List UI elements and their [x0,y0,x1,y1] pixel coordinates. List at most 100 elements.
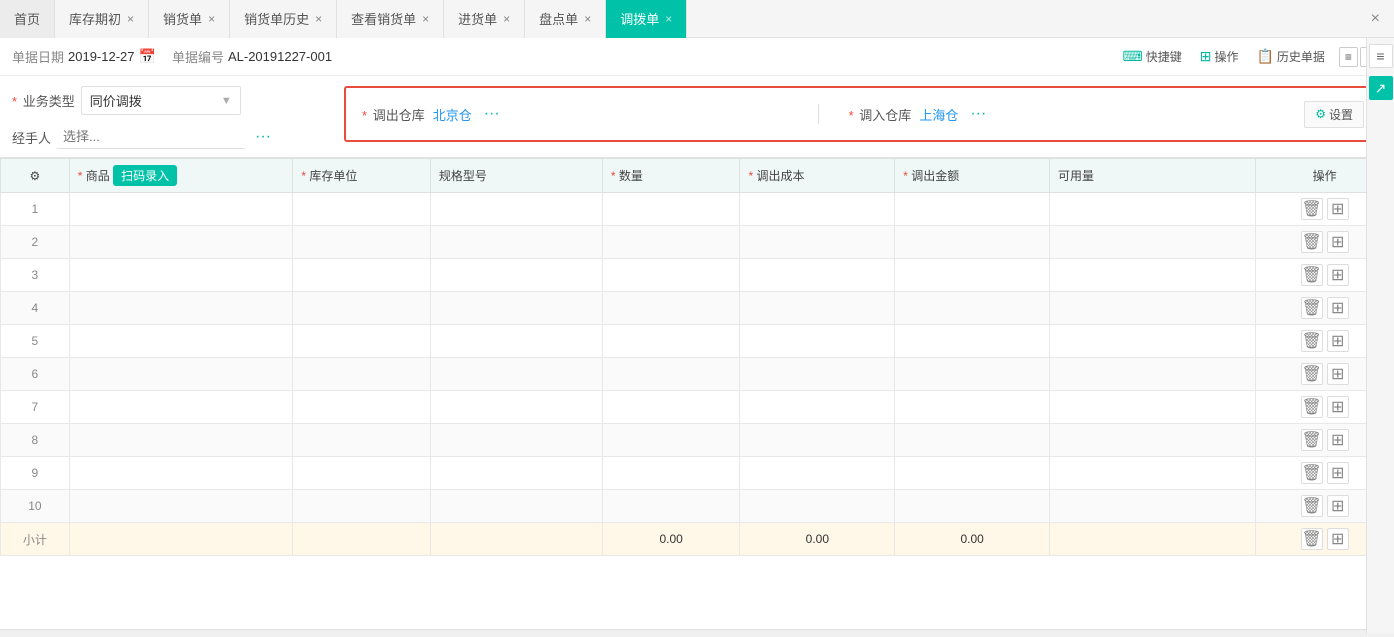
sidebar-notes-icon[interactable]: ≡ [1369,44,1393,68]
cell-avail[interactable] [1050,325,1256,358]
tab-close-3[interactable]: × [315,12,322,26]
cell-cost[interactable] [740,292,895,325]
cell-spec[interactable] [430,391,602,424]
cell-qty[interactable] [602,358,740,391]
operations-button[interactable]: ⊞ 操作 [1196,46,1243,67]
tab-purchase[interactable]: 进货单 × [444,0,525,38]
cell-amount[interactable] [895,391,1050,424]
business-type-select[interactable]: 同价调拨 ▼ [81,86,241,115]
warehouse-in-more[interactable]: ··· [966,105,990,123]
delete-row-button[interactable]: 🗑 [1301,495,1323,517]
history-button[interactable]: 📋 历史单据 [1252,46,1328,67]
cell-avail[interactable] [1050,424,1256,457]
tab-transfer[interactable]: 调拨单 × [606,0,687,38]
copy-row-button[interactable]: ⊞ [1327,396,1349,418]
copy-row-button[interactable]: ⊞ [1327,495,1349,517]
cell-amount[interactable] [895,325,1050,358]
cell-amount[interactable] [895,226,1050,259]
cell-qty[interactable] [602,259,740,292]
cell-spec[interactable] [430,358,602,391]
warehouse-out-value[interactable]: 北京仓 [433,105,472,124]
cell-product[interactable] [69,391,293,424]
tab-stocktake[interactable]: 盘点单 × [525,0,606,38]
cell-unit[interactable] [293,358,431,391]
cell-spec[interactable] [430,457,602,490]
delete-row-button[interactable]: 🗑 [1301,429,1323,451]
delete-row-button[interactable]: 🗑 [1301,198,1323,220]
tab-close-2[interactable]: × [208,12,215,26]
delete-row-button[interactable]: 🗑 [1301,330,1323,352]
cell-avail[interactable] [1050,457,1256,490]
cell-cost[interactable] [740,259,895,292]
cell-cost[interactable]: 0.00 [740,523,895,556]
delete-row-button[interactable]: 🗑 [1301,231,1323,253]
cell-qty[interactable] [602,292,740,325]
cell-unit[interactable] [293,391,431,424]
cell-spec[interactable] [430,424,602,457]
cell-product[interactable] [69,292,293,325]
cell-qty[interactable] [602,325,740,358]
tab-close-4[interactable]: × [422,12,429,26]
cell-avail[interactable] [1050,358,1256,391]
cell-spec[interactable] [430,259,602,292]
cell-qty[interactable]: 0.00 [602,523,740,556]
copy-row-button[interactable]: ⊞ [1327,231,1349,253]
cell-amount[interactable] [895,490,1050,523]
cell-product[interactable] [69,457,293,490]
cell-qty[interactable] [602,490,740,523]
warehouse-out-more[interactable]: ··· [480,105,504,123]
cell-unit[interactable] [293,193,431,226]
cell-product[interactable] [69,490,293,523]
cell-unit[interactable] [293,490,431,523]
calendar-icon[interactable]: 📅 [139,48,156,65]
copy-row-button[interactable]: ⊞ [1327,297,1349,319]
cell-cost[interactable] [740,358,895,391]
cell-qty[interactable] [602,391,740,424]
cell-amount[interactable] [895,358,1050,391]
cell-cost[interactable] [740,457,895,490]
cell-avail[interactable] [1050,292,1256,325]
cell-avail[interactable] [1050,391,1256,424]
cell-cost[interactable] [740,424,895,457]
cell-unit[interactable] [293,292,431,325]
window-close-button[interactable]: × [1357,10,1394,28]
cell-product[interactable] [69,193,293,226]
cell-unit[interactable] [293,457,431,490]
tab-close-6[interactable]: × [584,12,591,26]
cell-product[interactable] [69,523,293,556]
cell-spec[interactable] [430,523,602,556]
cell-avail[interactable] [1050,259,1256,292]
tab-close-5[interactable]: × [503,12,510,26]
copy-row-button[interactable]: ⊞ [1327,462,1349,484]
tab-sales-history[interactable]: 销货单历史 × [230,0,337,38]
cell-avail[interactable] [1050,490,1256,523]
tab-sales-order[interactable]: 销货单 × [149,0,230,38]
cell-cost[interactable] [740,325,895,358]
cell-product[interactable] [69,325,293,358]
cell-avail[interactable] [1050,523,1256,556]
copy-row-button[interactable]: ⊞ [1327,198,1349,220]
cell-spec[interactable] [430,325,602,358]
cell-cost[interactable] [740,193,895,226]
delete-row-button[interactable]: 🗑 [1301,396,1323,418]
warehouse-settings-button[interactable]: ⚙ 设置 [1304,101,1364,128]
handler-more-button[interactable]: ··· [251,128,275,146]
cell-amount[interactable]: 0.00 [895,523,1050,556]
cell-amount[interactable] [895,424,1050,457]
delete-row-button[interactable]: 🗑 [1301,462,1323,484]
cell-product[interactable] [69,424,293,457]
cell-spec[interactable] [430,292,602,325]
cell-avail[interactable] [1050,226,1256,259]
cell-unit[interactable] [293,259,431,292]
delete-row-button[interactable]: 🗑 [1301,363,1323,385]
shortcuts-button[interactable]: ⌨ 快捷键 [1118,46,1185,67]
scan-entry-button[interactable]: 扫码录入 [113,165,177,186]
copy-row-button[interactable]: ⊞ [1327,363,1349,385]
cell-amount[interactable] [895,259,1050,292]
cell-amount[interactable] [895,292,1050,325]
cell-unit[interactable] [293,226,431,259]
cell-spec[interactable] [430,490,602,523]
tab-home[interactable]: 首页 [0,0,55,38]
cell-spec[interactable] [430,226,602,259]
horizontal-scrollbar[interactable] [0,629,1394,637]
